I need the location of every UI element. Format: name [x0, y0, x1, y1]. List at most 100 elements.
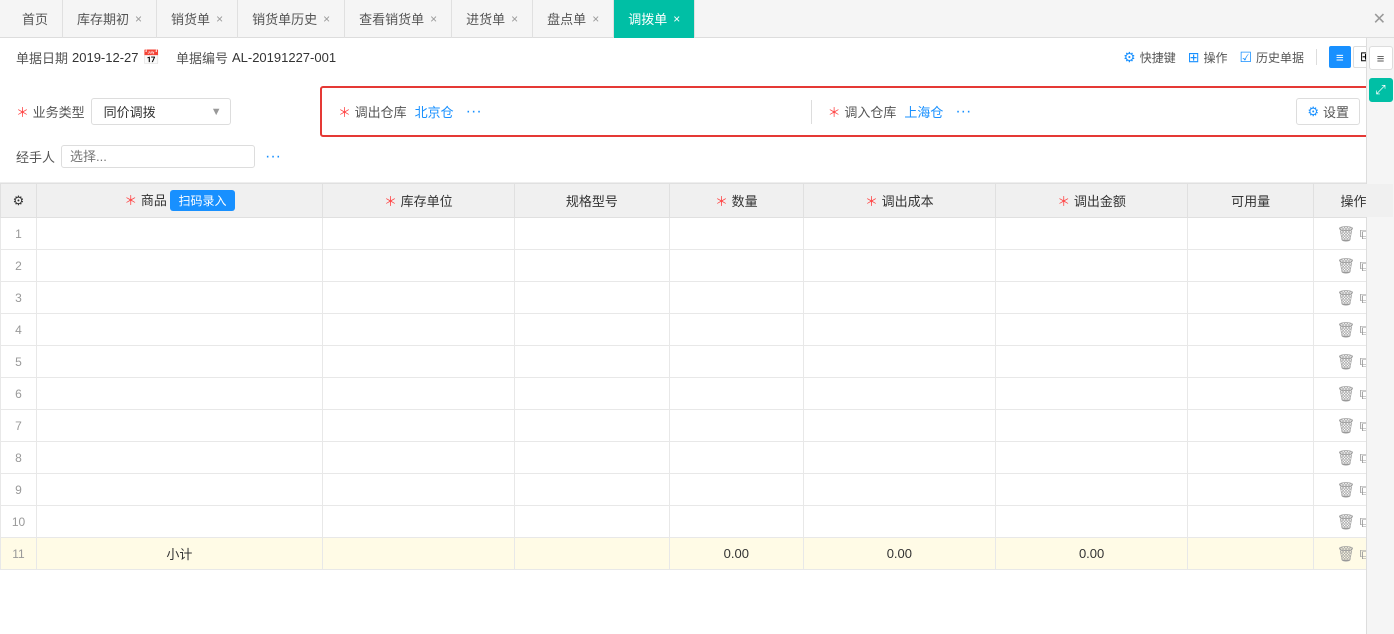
cell-unit[interactable]	[322, 538, 514, 570]
cell-qty[interactable]	[669, 506, 803, 538]
shortcut-button[interactable]: ⚙ 快捷键	[1123, 49, 1176, 66]
cell-spec[interactable]	[514, 218, 669, 250]
cell-spec[interactable]	[514, 346, 669, 378]
delete-icon[interactable]: 🗑	[1337, 482, 1356, 499]
cell-goods[interactable]	[37, 410, 323, 442]
tab-opening[interactable]: 库存期初 ×	[63, 0, 157, 38]
cell-spec[interactable]	[514, 410, 669, 442]
cell-qty[interactable]	[669, 378, 803, 410]
cell-amount[interactable]	[995, 442, 1187, 474]
biz-type-dropdown[interactable]: 同价调拨 ▼	[91, 98, 231, 125]
cell-amount[interactable]	[995, 378, 1187, 410]
cell-amount[interactable]	[995, 218, 1187, 250]
cell-goods[interactable]	[37, 282, 323, 314]
cell-spec[interactable]	[514, 538, 669, 570]
table-container[interactable]: ⚙ ＊ 商品 扫码录入 ＊ 库存单位 规格型号 ＊	[0, 183, 1394, 634]
cell-cost[interactable]: 0.00	[803, 538, 995, 570]
cell-cost[interactable]	[803, 442, 995, 474]
tab-sales-history[interactable]: 销货单历史 ×	[238, 0, 345, 38]
setting-button[interactable]: ⚙ 设置	[1296, 98, 1360, 125]
tab-bar-close-icon[interactable]: ✕	[1373, 9, 1386, 29]
cell-spec[interactable]	[514, 378, 669, 410]
tab-view-sales-close[interactable]: ×	[430, 12, 437, 26]
cell-cost[interactable]	[803, 250, 995, 282]
in-warehouse-more-icon[interactable]: ···	[951, 103, 975, 121]
delete-icon[interactable]: 🗑	[1337, 226, 1356, 243]
calendar-icon[interactable]: 📅	[143, 49, 160, 66]
tab-purchase[interactable]: 进货单 ×	[452, 0, 533, 38]
cell-unit[interactable]	[322, 506, 514, 538]
cell-available[interactable]	[1188, 346, 1314, 378]
col-gear[interactable]: ⚙	[1, 184, 37, 218]
delete-icon[interactable]: 🗑	[1337, 386, 1356, 403]
cell-unit[interactable]	[322, 282, 514, 314]
cell-available[interactable]	[1188, 538, 1314, 570]
cell-unit[interactable]	[322, 346, 514, 378]
handler-more-icon[interactable]: ···	[261, 148, 285, 166]
cell-qty[interactable]	[669, 474, 803, 506]
cell-qty[interactable]: 0.00	[669, 538, 803, 570]
cell-qty[interactable]	[669, 442, 803, 474]
delete-icon[interactable]: 🗑	[1337, 322, 1356, 339]
tab-sales-close[interactable]: ×	[216, 12, 223, 26]
cell-qty[interactable]	[669, 346, 803, 378]
delete-icon[interactable]: 🗑	[1337, 258, 1356, 275]
cell-qty[interactable]	[669, 218, 803, 250]
cell-qty[interactable]	[669, 250, 803, 282]
cell-qty[interactable]	[669, 282, 803, 314]
cell-cost[interactable]	[803, 346, 995, 378]
cell-unit[interactable]	[322, 442, 514, 474]
side-list-button[interactable]: ≡	[1369, 46, 1393, 70]
cell-qty[interactable]	[669, 314, 803, 346]
tab-sales-history-close[interactable]: ×	[323, 12, 330, 26]
cell-amount[interactable]	[995, 410, 1187, 442]
tab-home[interactable]: 首页	[8, 0, 63, 38]
tab-sales[interactable]: 销货单 ×	[157, 0, 238, 38]
scan-entry-button[interactable]: 扫码录入	[170, 190, 234, 211]
cell-spec[interactable]	[514, 442, 669, 474]
cell-unit[interactable]	[322, 378, 514, 410]
cell-unit[interactable]	[322, 410, 514, 442]
cell-qty[interactable]	[669, 410, 803, 442]
cell-spec[interactable]	[514, 250, 669, 282]
cell-available[interactable]	[1188, 218, 1314, 250]
tab-view-sales[interactable]: 查看销货单 ×	[345, 0, 452, 38]
tab-inventory-close[interactable]: ×	[592, 12, 599, 26]
cell-available[interactable]	[1188, 250, 1314, 282]
tab-transfer[interactable]: 调拨单 ×	[614, 0, 695, 38]
tab-transfer-close[interactable]: ×	[673, 12, 680, 26]
cell-unit[interactable]	[322, 474, 514, 506]
delete-icon[interactable]: 🗑	[1337, 450, 1356, 467]
cell-amount[interactable]	[995, 314, 1187, 346]
cell-cost[interactable]	[803, 378, 995, 410]
cell-available[interactable]	[1188, 410, 1314, 442]
cell-available[interactable]	[1188, 442, 1314, 474]
cell-goods[interactable]	[37, 378, 323, 410]
cell-unit[interactable]	[322, 314, 514, 346]
tab-opening-close[interactable]: ×	[135, 12, 142, 26]
cell-amount[interactable]	[995, 474, 1187, 506]
cell-amount[interactable]	[995, 282, 1187, 314]
cell-amount[interactable]	[995, 346, 1187, 378]
cell-goods[interactable]	[37, 442, 323, 474]
delete-icon[interactable]: 🗑	[1337, 546, 1356, 563]
cell-available[interactable]	[1188, 474, 1314, 506]
cell-unit[interactable]	[322, 250, 514, 282]
delete-icon[interactable]: 🗑	[1337, 418, 1356, 435]
cell-cost[interactable]	[803, 410, 995, 442]
handler-input[interactable]	[61, 145, 255, 168]
cell-goods[interactable]	[37, 218, 323, 250]
ops-button[interactable]: ⊞ 操作	[1188, 49, 1228, 66]
cell-amount[interactable]: 0.00	[995, 538, 1187, 570]
tab-inventory[interactable]: 盘点单 ×	[533, 0, 614, 38]
cell-available[interactable]	[1188, 378, 1314, 410]
cell-cost[interactable]	[803, 218, 995, 250]
cell-goods[interactable]	[37, 474, 323, 506]
view-list-btn[interactable]: ≡	[1329, 46, 1351, 68]
out-warehouse-more-icon[interactable]: ···	[462, 103, 486, 121]
cell-available[interactable]	[1188, 506, 1314, 538]
cell-spec[interactable]	[514, 314, 669, 346]
side-expand-button[interactable]: ⤢	[1369, 78, 1393, 102]
cell-amount[interactable]	[995, 506, 1187, 538]
cell-goods[interactable]	[37, 506, 323, 538]
